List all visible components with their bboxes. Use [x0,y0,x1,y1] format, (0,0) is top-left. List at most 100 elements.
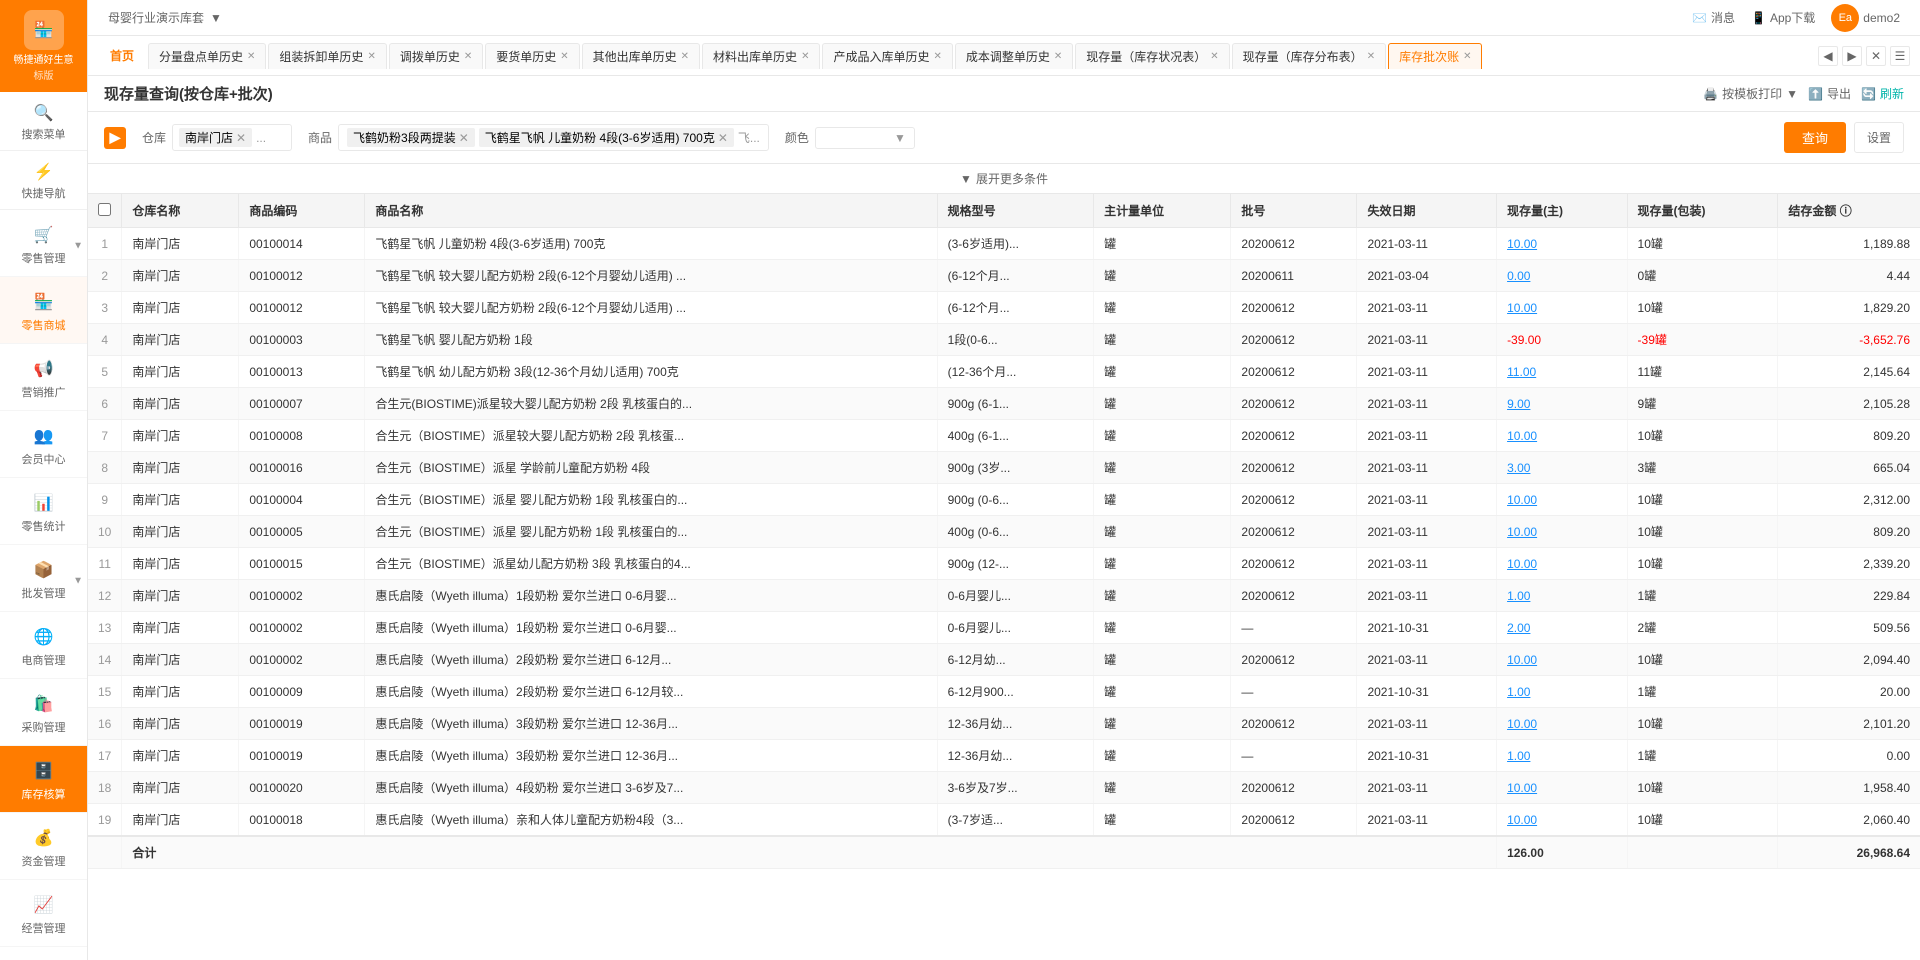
tab-cost-adjust[interactable]: 成本调整单历史 ✕ [955,43,1073,69]
cell-qty-main[interactable]: 1.00 [1497,740,1627,772]
message-btn[interactable]: ✉️ 消息 [1692,9,1735,26]
settings-button[interactable]: 设置 [1854,122,1904,153]
cell-unit: 罐 [1094,228,1231,260]
cell-qty-main[interactable]: 11.00 [1497,356,1627,388]
cell-qty-main[interactable]: 10.00 [1497,292,1627,324]
tab-close-all-btn[interactable]: ✕ [1866,46,1886,66]
tab-close-yao-huo[interactable]: ✕ [560,51,568,62]
sidebar-item-finance[interactable]: 💰 资金管理 [0,813,87,880]
col-qty-pkg: 现存量(包装) [1627,194,1778,228]
action-buttons: 查询 设置 [1784,122,1904,153]
tab-fen-pan[interactable]: 分量盘点单历史 ✕ [148,43,266,69]
product-tag-2-remove[interactable]: ✕ [718,131,728,145]
tab-close-diao-bo[interactable]: ✕ [464,51,472,62]
tab-close-inventory-status[interactable]: ✕ [1210,51,1218,62]
cell-expire: 2021-10-31 [1357,612,1497,644]
tab-yao-huo[interactable]: 要货单历史 ✕ [485,43,579,69]
industry-selector-wrap[interactable]: 母婴行业演示库套 ▼ [108,9,222,26]
row-number: 14 [88,644,122,676]
tab-batch-check[interactable]: 库存批次账 ✕ [1388,43,1482,69]
tab-diao-bo[interactable]: 调拨单历史 ✕ [389,43,483,69]
cell-qty-main[interactable]: 10.00 [1497,228,1627,260]
tab-close-cost-adjust[interactable]: ✕ [1054,51,1062,62]
print-btn[interactable]: 🖨️ 按模板打印 ▼ [1703,85,1798,102]
col-name: 商品名称 [365,194,937,228]
sidebar-item-member[interactable]: 👥 会员中心 [0,411,87,478]
product-filter-group: 商品 飞鹤奶粉3段两提装 ✕ 飞鹤星飞帆 儿童奶粉 4段(3-6岁适用) 700… [308,124,769,151]
tab-close-inventory-dist[interactable]: ✕ [1367,51,1375,62]
table-area: 仓库名称 商品编码 商品名称 规格型号 主计量单位 批号 失效日期 现存量(主)… [88,194,1920,960]
product-tag-1-remove[interactable]: ✕ [459,131,469,145]
sidebar-item-retail-stat[interactable]: 📊 零售统计 [0,478,87,545]
retail-stat-icon: 📊 [32,491,56,515]
sidebar-item-retail-shop[interactable]: 🏪 零售商城 [0,277,87,344]
cell-qty-main[interactable]: 10.00 [1497,420,1627,452]
tab-next-btn[interactable]: ▶ [1842,46,1862,66]
cell-qty-main[interactable]: 10.00 [1497,644,1627,676]
sidebar-item-wholesale[interactable]: 📦 批发管理 ▼ [0,545,87,612]
product-filter-input[interactable]: 飞鹤奶粉3段两提装 ✕ 飞鹤星飞帆 儿童奶粉 4段(3-6岁适用) 700克 ✕… [338,124,769,151]
tab-inventory-status[interactable]: 现存量（库存状况表） ✕ [1075,43,1229,69]
tab-zu-chai-label: 组装拆卸单历史 [279,48,363,65]
sidebar-item-operation[interactable]: 📈 经营管理 [0,880,87,947]
cell-qty-main[interactable]: 10.00 [1497,548,1627,580]
cell-name: 惠氏启陵（Wyeth illuma）4段奶粉 爱尔兰进口 3-6岁及7... [365,772,937,804]
tab-close-fen-pan[interactable]: ✕ [247,51,255,62]
tab-close-zu-chai[interactable]: ✕ [367,51,375,62]
select-all-checkbox[interactable] [98,203,111,216]
cell-qty-main[interactable]: 2.00 [1497,612,1627,644]
cell-spec: 0-6月婴儿... [937,612,1093,644]
sidebar-item-inventory[interactable]: 🗄️ 库存核算 [0,746,87,813]
export-btn[interactable]: ⬆️ 导出 [1808,85,1851,102]
cell-expire: 2021-03-11 [1357,548,1497,580]
tab-zu-chai[interactable]: 组装拆卸单历史 ✕ [268,43,386,69]
table-row: 17南岸门店00100019惠氏启陵（Wyeth illuma）3段奶粉 爱尔兰… [88,740,1920,772]
cell-qty-main[interactable]: 1.00 [1497,676,1627,708]
cell-qty-main[interactable]: 3.00 [1497,452,1627,484]
cell-amount: 2,339.20 [1778,548,1920,580]
tab-inventory-dist[interactable]: 现存量（库存分布表） ✕ [1232,43,1386,69]
warehouse-filter-input[interactable]: 南岸门店 ✕ ... [172,124,292,151]
warehouse-tag-remove[interactable]: ✕ [236,131,246,145]
cell-qty-main[interactable]: 0.00 [1497,260,1627,292]
cell-qty-main[interactable]: 10.00 [1497,484,1627,516]
tab-close-batch-check[interactable]: ✕ [1463,51,1471,62]
sidebar-item-ecommerce[interactable]: 🌐 电商管理 [0,612,87,679]
expand-more-btn[interactable]: ▼ 展开更多条件 [960,170,1048,187]
sidebar-item-basic[interactable]: ℹ️ 基础信息 [0,947,87,960]
cell-qty-main[interactable]: 10.00 [1497,772,1627,804]
cell-qty-main[interactable]: 9.00 [1497,388,1627,420]
tab-close-material-out[interactable]: ✕ [801,51,809,62]
cell-qty-main[interactable]: 10.00 [1497,804,1627,837]
tab-close-other-out[interactable]: ✕ [681,51,689,62]
quick-nav[interactable]: ⚡ 快捷导航 [0,151,87,210]
cell-qty-main[interactable]: -39.00 [1497,324,1627,356]
cell-batch: 20200612 [1231,708,1357,740]
purchase-icon: 🛍️ [32,692,56,716]
cell-expire: 2021-03-11 [1357,580,1497,612]
sidebar-item-marketing[interactable]: 📢 营销推广 [0,344,87,411]
user-account[interactable]: Ea demo2 [1831,4,1900,32]
cell-qty-pkg: 10罐 [1627,484,1778,516]
cell-qty-main[interactable]: 10.00 [1497,708,1627,740]
tab-close-product-in[interactable]: ✕ [933,51,941,62]
tab-product-in[interactable]: 产成品入库单历史 ✕ [822,43,952,69]
tab-prev-btn[interactable]: ◀ [1818,46,1838,66]
row-number: 15 [88,676,122,708]
tab-home[interactable]: 首页 [98,43,146,68]
cell-qty-main[interactable]: 10.00 [1497,516,1627,548]
search-menu[interactable]: 🔍 搜索菜单 [0,92,87,151]
filter-expand-arrow[interactable]: ▶ [104,127,126,149]
app-download-btn[interactable]: 📱 App下载 [1751,9,1815,26]
tab-menu-btn[interactable]: ☰ [1890,46,1910,66]
tab-material-out[interactable]: 材料出库单历史 ✕ [702,43,820,69]
color-filter-input[interactable]: ▼ [815,127,915,149]
tab-other-out[interactable]: 其他出库单历史 ✕ [582,43,700,69]
cell-code: 00100007 [239,388,365,420]
cell-qty-main[interactable]: 1.00 [1497,580,1627,612]
refresh-btn[interactable]: 🔄 刷新 [1861,85,1904,102]
query-button[interactable]: 查询 [1784,122,1846,153]
color-filter-group: 颜色 ▼ [785,127,915,149]
sidebar-item-retail[interactable]: 🛒 零售管理 ▼ [0,210,87,277]
sidebar-item-purchase[interactable]: 🛍️ 采购管理 [0,679,87,746]
